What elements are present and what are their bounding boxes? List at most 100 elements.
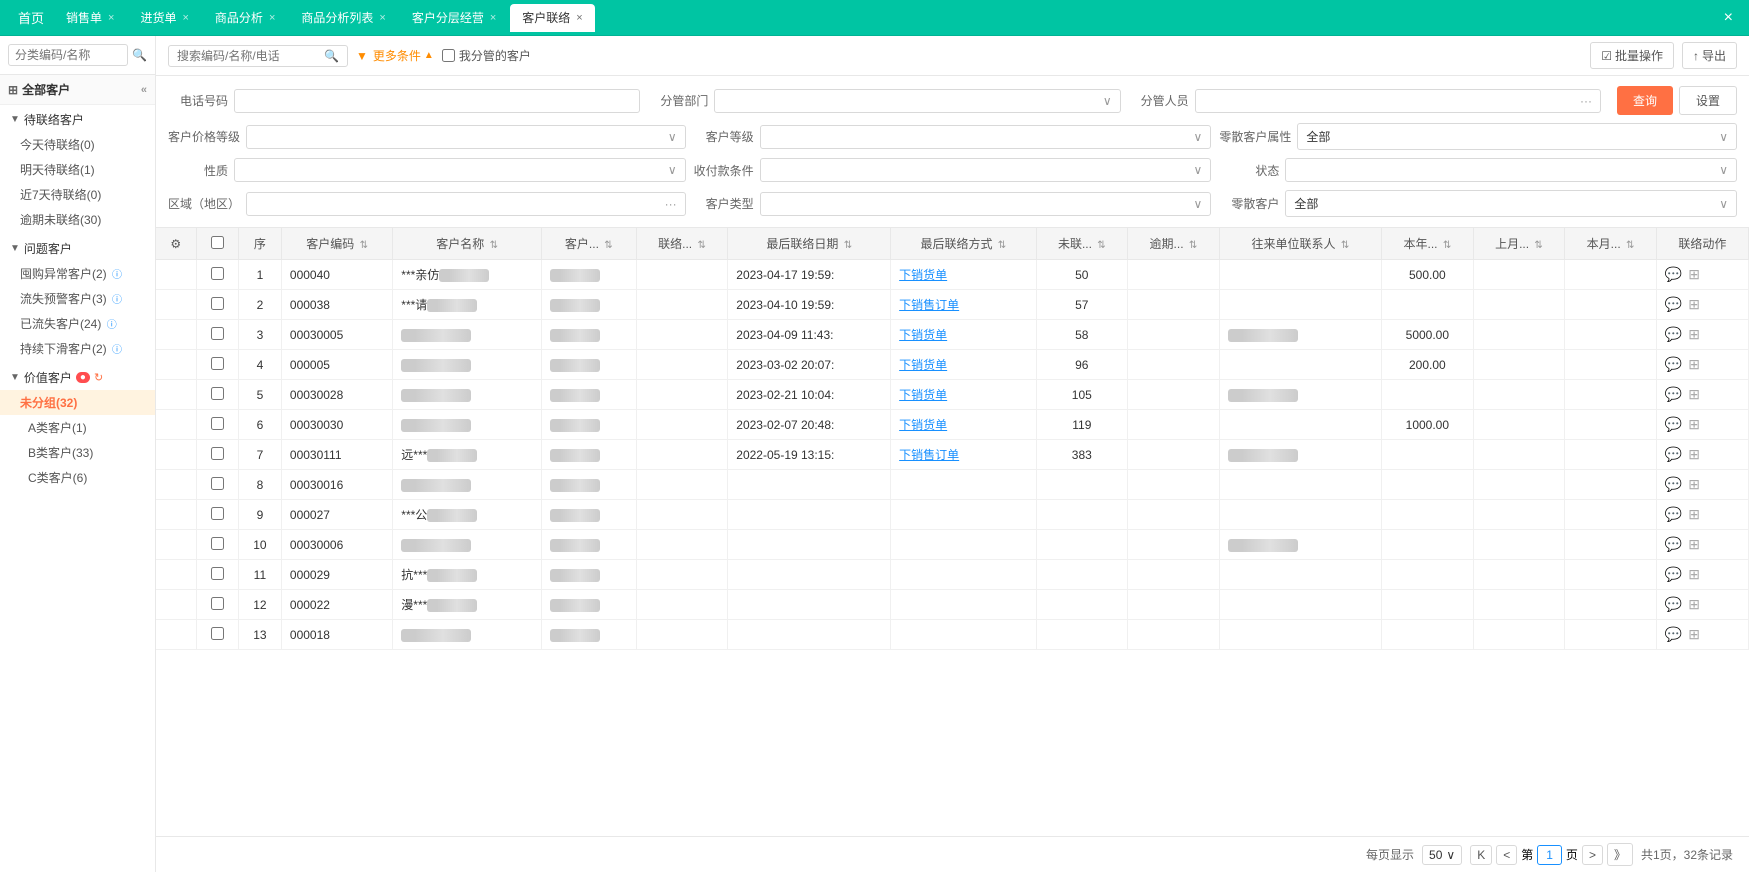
sidebar-item-a-class[interactable]: A类客户(1) [0,415,155,440]
more-action-icon[interactable]: ⊞ [1688,536,1700,553]
checkbox-cell[interactable] [196,410,238,440]
contact-action-icon[interactable]: 💬 [1665,626,1682,643]
sidebar-item-today-pending[interactable]: 今天待联络(0) [0,132,155,157]
name-column-header[interactable]: 客户名称 ⇅ [393,228,542,260]
last-month-column-header[interactable]: 上月... ⇅ [1473,228,1565,260]
more-action-icon[interactable]: ⊞ [1688,266,1700,283]
row-checkbox[interactable] [211,267,224,280]
row-checkbox[interactable] [211,417,224,430]
sidebar-item-unclassified[interactable]: 未分组(32) [0,390,155,415]
more-action-icon[interactable]: ⊞ [1688,326,1700,343]
contact-action-icon[interactable]: 💬 [1665,296,1682,313]
contact-action-icon[interactable]: 💬 [1665,386,1682,403]
more-action-icon[interactable]: ⊞ [1688,566,1700,583]
main-search-input[interactable] [177,49,320,63]
more-action-icon[interactable]: ⊞ [1688,356,1700,373]
row-checkbox[interactable] [211,537,224,550]
close-customer-tier-tab[interactable]: × [490,12,496,24]
last-date-column-header[interactable]: 最后联络日期 ⇅ [728,228,891,260]
last-method-link[interactable]: 下销售订单 [899,298,959,312]
first-page-button[interactable]: K [1470,845,1492,865]
my-customers-check[interactable] [442,49,455,62]
more-action-icon[interactable]: ⊞ [1688,596,1700,613]
last-method-link[interactable]: 下销货单 [899,268,947,282]
value-group-header[interactable]: ▼ 价值客户 ● ↻ [0,365,155,390]
last-method-link[interactable]: 下销货单 [899,328,947,342]
nav-tab-goods-list[interactable]: 商品分析列表 × [289,4,397,32]
more-action-icon[interactable]: ⊞ [1688,296,1700,313]
close-goods-analysis-tab[interactable]: × [269,12,275,24]
checkbox-cell[interactable] [196,590,238,620]
sidebar-item-tomorrow-pending[interactable]: 明天待联络(1) [0,157,155,182]
checkbox-cell[interactable] [196,620,238,650]
main-search-box[interactable]: 🔍 [168,45,348,67]
nav-tab-customer-contact[interactable]: 客户联络 × [510,4,594,32]
close-purchase-tab[interactable]: × [182,12,188,24]
main-search-icon[interactable]: 🔍 [324,49,339,63]
more-action-icon[interactable]: ⊞ [1688,626,1700,643]
sidebar-item-declining[interactable]: 持续下滑客户(2) ⓘ [0,336,155,361]
checkbox-cell[interactable] [196,560,238,590]
contact-action-icon[interactable]: 💬 [1665,506,1682,523]
sidebar-item-b-class[interactable]: B类客户(33) [0,440,155,465]
nav-tab-goods-analysis[interactable]: 商品分析 × [203,4,287,32]
close-goods-list-tab[interactable]: × [379,12,385,24]
contact-action-icon[interactable]: 💬 [1665,326,1682,343]
checkbox-column-header[interactable] [196,228,238,260]
settings-column-header[interactable]: ⚙ [156,228,196,260]
checkbox-cell[interactable] [196,290,238,320]
checkbox-cell[interactable] [196,470,238,500]
more-action-icon[interactable]: ⊞ [1688,416,1700,433]
category-search-input[interactable] [8,44,128,66]
more-action-icon[interactable]: ⊞ [1688,386,1700,403]
close-window-button[interactable]: × [1716,9,1741,27]
nature-select[interactable]: ∨ [234,158,686,182]
query-button[interactable]: 查询 [1617,86,1673,115]
more-action-icon[interactable]: ⊞ [1688,476,1700,493]
more-action-icon[interactable]: ⊞ [1688,506,1700,523]
manager-select[interactable]: ··· [1195,89,1601,113]
last-method-link[interactable]: 下销售订单 [899,448,959,462]
checkbox-cell[interactable] [196,530,238,560]
row-checkbox[interactable] [211,567,224,580]
more-conditions-btn[interactable]: ▼ 更多条件 ▲ [356,47,434,64]
table-settings-icon[interactable]: ⚙ [170,237,181,251]
sidebar-item-churned[interactable]: 已流失客户(24) ⓘ [0,311,155,336]
checkbox-cell[interactable] [196,350,238,380]
customer-level-select[interactable]: ∨ [760,125,1212,149]
last-page-button[interactable]: 》 [1607,843,1633,866]
this-year-column-header[interactable]: 本年... ⇅ [1382,228,1474,260]
last-method-link[interactable]: 下销货单 [899,388,947,402]
last-method-column-header[interactable]: 最后联络方式 ⇅ [891,228,1036,260]
status-select[interactable]: ∨ [1285,158,1737,182]
nav-home[interactable]: 首页 [8,8,54,27]
contact-action-icon[interactable]: 💬 [1665,356,1682,373]
retail-attr-select[interactable]: 全部∨ [1297,123,1737,150]
close-customer-contact-tab[interactable]: × [576,12,582,24]
checkbox-cell[interactable] [196,440,238,470]
reset-button[interactable]: 设置 [1679,86,1737,115]
problem-group-header[interactable]: ▼ 问题客户 [0,236,155,261]
contact-action-icon[interactable]: 💬 [1665,596,1682,613]
row-checkbox[interactable] [211,297,224,310]
contact-action-icon[interactable]: 💬 [1665,476,1682,493]
checkbox-cell[interactable] [196,260,238,290]
prev-page-button[interactable]: < [1496,845,1517,865]
uncontacted-column-header[interactable]: 未联... ⇅ [1036,228,1128,260]
select-all-checkbox[interactable] [211,236,224,249]
customer-type-select[interactable]: ∨ [760,192,1212,216]
export-button[interactable]: ↑ 导出 [1682,42,1737,69]
row-checkbox[interactable] [211,447,224,460]
sidebar-search-icon[interactable]: 🔍 [132,48,147,62]
row-checkbox[interactable] [211,477,224,490]
sidebar-item-c-class[interactable]: C类客户(6) [0,465,155,490]
phone-input[interactable] [234,89,640,113]
contact-action-icon[interactable]: 💬 [1665,416,1682,433]
sidebar-item-abnormal[interactable]: 囤购异常客户(2) ⓘ [0,261,155,286]
more-action-icon[interactable]: ⊞ [1688,446,1700,463]
sidebar-collapse-btn[interactable]: « [141,84,147,96]
row-checkbox[interactable] [211,387,224,400]
retail-customer-select[interactable]: 全部∨ [1285,190,1737,217]
row-checkbox[interactable] [211,507,224,520]
sidebar-item-churn-warning[interactable]: 流失预警客户(3) ⓘ [0,286,155,311]
